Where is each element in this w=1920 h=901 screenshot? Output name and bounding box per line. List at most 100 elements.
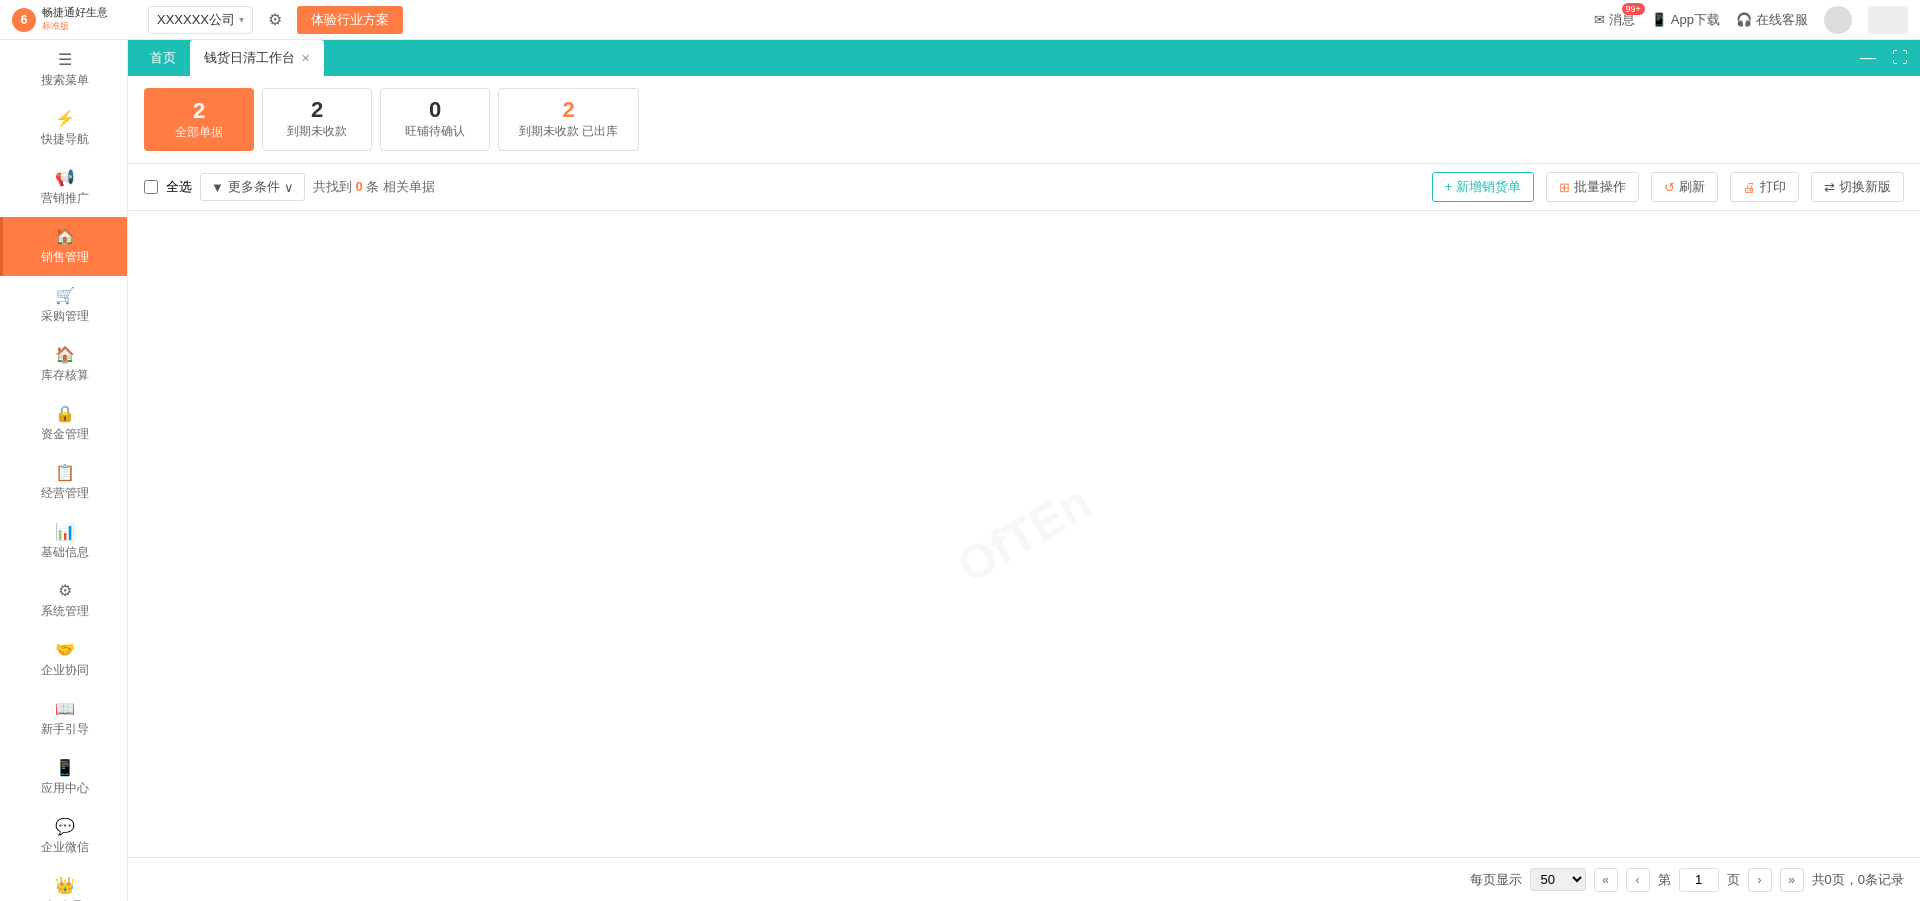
sidebar-item-app-center[interactable]: 📱 应用中心 — [0, 748, 127, 807]
sidebar-item-label: 采购管理 — [41, 308, 89, 325]
sidebar-item-sales[interactable]: 🏠 销售管理 — [0, 217, 127, 276]
stat-num-shipped: 2 — [563, 97, 575, 123]
sidebar-item-label: 搜索菜单 — [41, 72, 89, 89]
sidebar-item-cooperation[interactable]: 🤝 企业协同 — [0, 630, 127, 689]
messages-button[interactable]: ✉ 消息 99+ — [1594, 11, 1635, 29]
sidebar-item-label: 营销推广 — [41, 190, 89, 207]
company-selector[interactable]: XXXXXX公司 ▾ — [148, 6, 253, 34]
sidebar-item-search-menu[interactable]: ☰ 搜索菜单 — [0, 40, 127, 99]
sidebar-item-quick-nav[interactable]: ⚡ 快捷导航 — [0, 99, 127, 158]
stat-label-shipped: 到期未收款 已出库 — [519, 123, 618, 140]
new-sale-button[interactable]: + 新增销货单 — [1432, 172, 1534, 202]
sidebar-item-guide[interactable]: 📖 新手引导 — [0, 689, 127, 748]
refresh-button[interactable]: ↺ 刷新 — [1651, 172, 1718, 202]
sidebar-item-finance[interactable]: 🔒 资金管理 — [0, 394, 127, 453]
cooperation-icon: 🤝 — [55, 640, 75, 659]
page-input[interactable] — [1679, 868, 1719, 892]
app-center-icon: 📱 — [55, 758, 75, 777]
tab-bar-actions: — ⛶ — [1856, 45, 1912, 71]
top-header: 6 畅捷通好生意 标准版 XXXXXX公司 ▾ ⚙ 体验行业方案 ✉ 消息 99… — [0, 0, 1920, 40]
first-page-button[interactable]: « — [1594, 868, 1618, 892]
wechat-icon: 💬 — [55, 817, 75, 836]
found-text: 共找到 0 条 相关单据 — [313, 178, 435, 196]
messages-badge: 99+ — [1622, 3, 1645, 15]
sidebar-item-label: 系统管理 — [41, 603, 89, 620]
stat-card-overdue[interactable]: 2 到期未收款 — [262, 88, 372, 151]
stat-num-pending: 0 — [429, 97, 441, 123]
sidebar-item-label: 新手引导 — [41, 721, 89, 738]
table-area: OfTEn — [128, 211, 1920, 857]
sidebar-item-wechat[interactable]: 💬 企业微信 — [0, 807, 127, 866]
online-service-label: 在线客服 — [1756, 11, 1808, 29]
main-content: 首页 钱货日清工作台 ✕ — ⛶ 2 全部单据 2 到期未收款 0 — [128, 40, 1920, 901]
switch-label: 切换新版 — [1839, 178, 1891, 196]
purchase-icon: 🛒 — [55, 286, 75, 305]
stat-label-overdue: 到期未收款 — [287, 123, 347, 140]
tab-home[interactable]: 首页 — [136, 40, 190, 76]
switch-version-button[interactable]: ⇄ 切换新版 — [1811, 172, 1904, 202]
logo-sub: 标准版 — [42, 20, 108, 33]
sidebar-item-operations[interactable]: 📋 经营管理 — [0, 453, 127, 512]
watermark: OfTEn — [948, 474, 1100, 594]
app-download-label: App下载 — [1671, 11, 1720, 29]
inventory-icon: 🏠 — [55, 345, 75, 364]
sidebar-item-basic-info[interactable]: 📊 基础信息 — [0, 512, 127, 571]
per-page-label: 每页显示 — [1470, 871, 1522, 889]
refresh-icon: ↺ — [1664, 180, 1675, 195]
prev-page-button[interactable]: ‹ — [1626, 868, 1650, 892]
per-page-select[interactable]: 50 10 20 100 — [1530, 868, 1586, 891]
message-icon: ✉ — [1594, 12, 1605, 27]
batch-op-button[interactable]: ⊞ 批量操作 — [1546, 172, 1639, 202]
app-download-button[interactable]: 📱 App下载 — [1651, 11, 1720, 29]
select-all-checkbox[interactable] — [144, 180, 158, 194]
sales-icon: 🏠 — [55, 227, 75, 246]
sidebar-item-label: 资金管理 — [41, 426, 89, 443]
next-page-button[interactable]: › — [1748, 868, 1772, 892]
stat-card-shipped[interactable]: 2 到期未收款 已出库 — [498, 88, 639, 151]
sidebar-item-system[interactable]: ⚙ 系统管理 — [0, 571, 127, 630]
sidebar: ☰ 搜索菜单 ⚡ 快捷导航 📢 营销推广 🏠 销售管理 🛒 采购管理 🏠 库存核… — [0, 40, 128, 901]
print-icon: 🖨 — [1743, 180, 1756, 195]
sidebar-item-purchase[interactable]: 🛒 采购管理 — [0, 276, 127, 335]
sidebar-item-marketing[interactable]: 📢 营销推广 — [0, 158, 127, 217]
total-text: 共0页，0条记录 — [1812, 871, 1904, 889]
sidebar-item-member[interactable]: 👑 畅会员 — [0, 866, 127, 901]
tab-workbench[interactable]: 钱货日清工作台 ✕ — [190, 40, 324, 76]
tab-close-icon[interactable]: ✕ — [301, 52, 310, 65]
refresh-label: 刷新 — [1679, 178, 1705, 196]
stat-card-all[interactable]: 2 全部单据 — [144, 88, 254, 151]
basic-info-icon: 📊 — [55, 522, 75, 541]
chevron-down-icon: ∨ — [284, 180, 294, 195]
print-button[interactable]: 🖨 打印 — [1730, 172, 1799, 202]
member-icon: 👑 — [55, 876, 75, 895]
page-label-end: 页 — [1727, 871, 1740, 889]
sidebar-item-label: 经营管理 — [41, 485, 89, 502]
header-right: ✉ 消息 99+ 📱 App下载 🎧 在线客服 — [1594, 6, 1908, 34]
sidebar-item-label: 销售管理 — [41, 249, 89, 266]
avatar[interactable] — [1824, 6, 1852, 34]
operations-icon: 📋 — [55, 463, 75, 482]
chevron-down-icon: ▾ — [239, 14, 244, 25]
last-page-button[interactable]: » — [1780, 868, 1804, 892]
avatar-placeholder — [1868, 6, 1908, 34]
sidebar-item-label: 应用中心 — [41, 780, 89, 797]
stat-card-pending[interactable]: 0 旺铺待确认 — [380, 88, 490, 151]
search-menu-icon: ☰ — [58, 50, 72, 69]
app-body: ☰ 搜索菜单 ⚡ 快捷导航 📢 营销推广 🏠 销售管理 🛒 采购管理 🏠 库存核… — [0, 40, 1920, 901]
more-conditions-label: 更多条件 — [228, 178, 280, 196]
pagination-bar: 每页显示 50 10 20 100 « ‹ 第 页 › » 共0页，0条记录 — [128, 857, 1920, 901]
stat-label-pending: 旺铺待确认 — [405, 123, 465, 140]
settings-icon[interactable]: ⚙ — [261, 6, 289, 34]
sidebar-item-inventory[interactable]: 🏠 库存核算 — [0, 335, 127, 394]
trial-button[interactable]: 体验行业方案 — [297, 6, 403, 34]
logo-icon: 6 — [12, 8, 36, 32]
tab-expand-button[interactable]: ⛶ — [1888, 45, 1912, 71]
guide-icon: 📖 — [55, 699, 75, 718]
download-icon: 📱 — [1651, 12, 1667, 27]
select-all-label: 全选 — [166, 178, 192, 196]
tab-minimize-button[interactable]: — — [1856, 45, 1880, 71]
online-service-button[interactable]: 🎧 在线客服 — [1736, 11, 1808, 29]
batch-op-label: 批量操作 — [1574, 178, 1626, 196]
more-conditions-button[interactable]: ▼ 更多条件 ∨ — [200, 173, 305, 201]
sidebar-item-label: 快捷导航 — [41, 131, 89, 148]
